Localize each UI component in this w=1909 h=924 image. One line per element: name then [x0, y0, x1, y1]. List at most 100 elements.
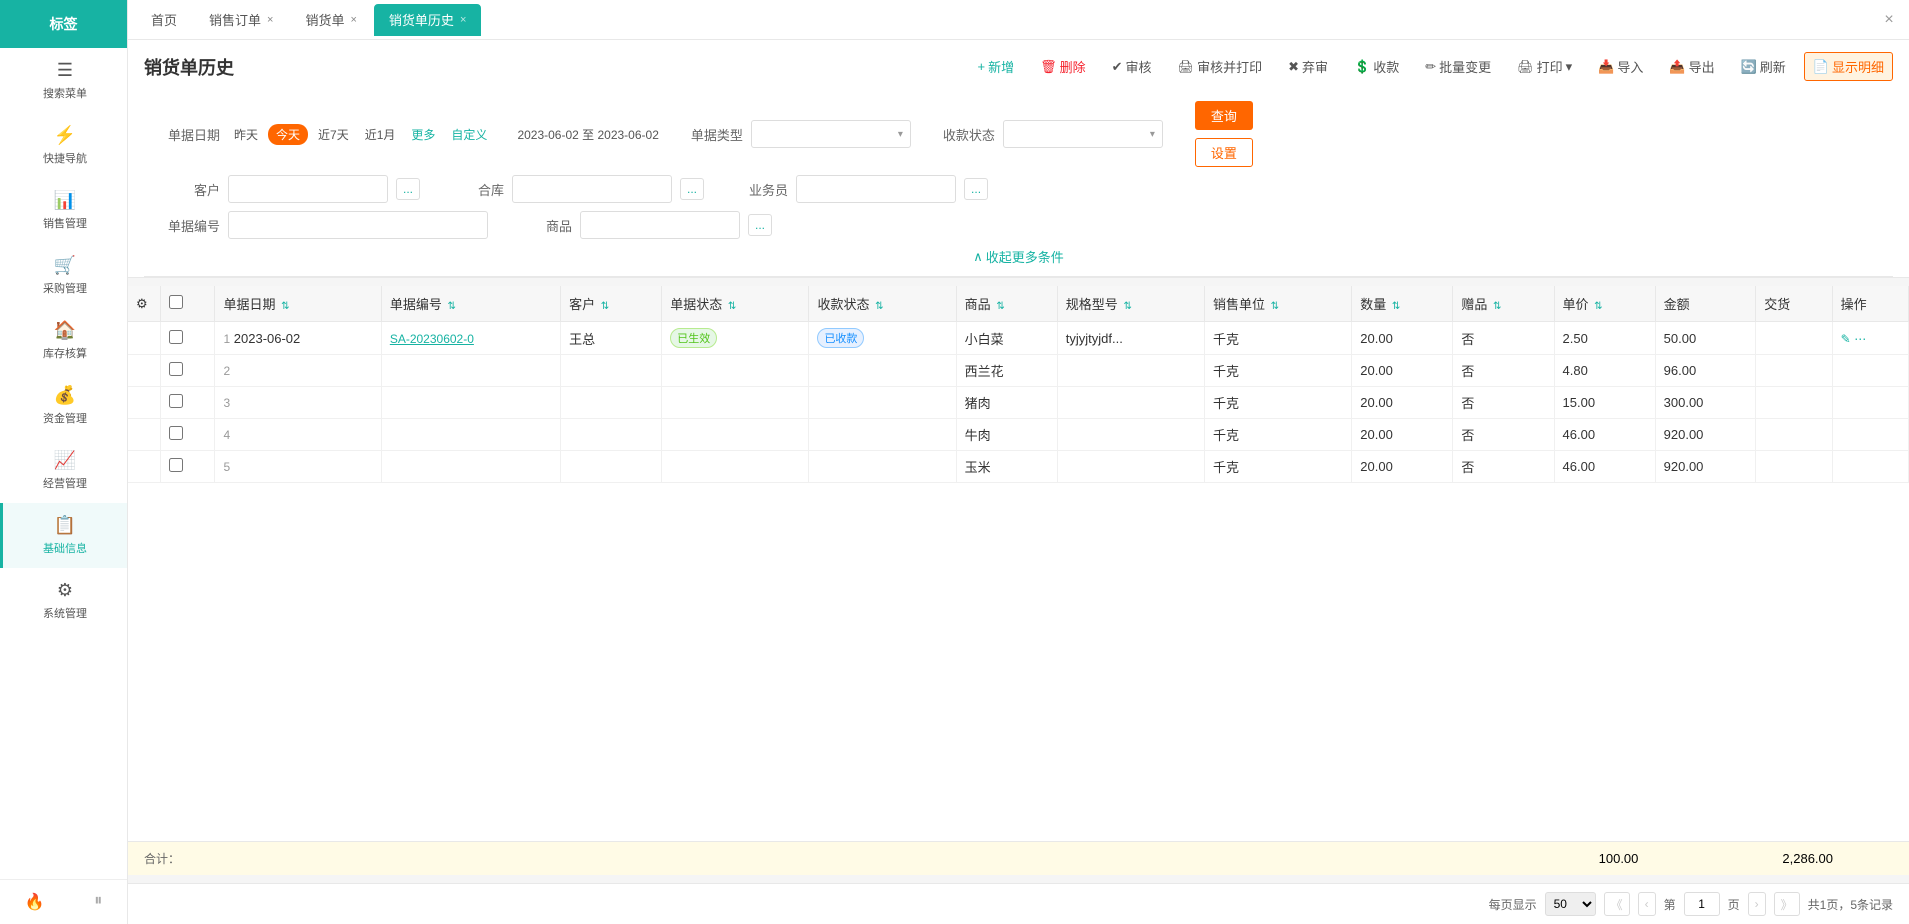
doc-no-input[interactable]: [228, 211, 488, 239]
goods-sort-icon[interactable]: ⇅: [996, 301, 1004, 312]
last-page-button[interactable]: 》: [1774, 892, 1800, 916]
query-button[interactable]: 查询: [1195, 101, 1253, 130]
footer-label: 合计：: [144, 850, 180, 867]
salesperson-input[interactable]: [796, 175, 956, 203]
collect-status-badge: 已收款: [817, 328, 864, 348]
shortcut-more[interactable]: 更多: [405, 124, 441, 145]
batch-change-icon: ✏: [1425, 59, 1436, 75]
row-select-checkbox[interactable]: [169, 426, 183, 440]
prev-page-button[interactable]: ‹: [1638, 892, 1656, 916]
doc-no-link[interactable]: SA-20230602-0: [390, 332, 474, 346]
tab-home[interactable]: 首页: [136, 4, 192, 36]
audit-button[interactable]: ✔ 审核: [1104, 53, 1160, 80]
sidebar-item-basic-info[interactable]: 📋 基础信息: [0, 503, 127, 568]
shortcut-custom[interactable]: 自定义: [445, 124, 493, 145]
warehouse-ellipsis-button[interactable]: ...: [680, 178, 704, 200]
doc-date-sort-icon[interactable]: ⇅: [281, 301, 289, 312]
sales-unit-sort-icon[interactable]: ⇅: [1271, 301, 1279, 312]
print-button[interactable]: 🖨 打印 ▾: [1509, 53, 1580, 80]
row-spec-type: [1057, 355, 1204, 387]
tab-bar: 首页 销售订单 × 销货单 × 销货单历史 × ×: [128, 0, 1909, 40]
column-goods: 商品 ⇅: [956, 286, 1057, 322]
sidebar-item-quick-nav[interactable]: ⚡ 快捷导航: [0, 113, 127, 178]
table-row: 5 玉米 千克 20.00 否 46.00 920.00: [128, 451, 1909, 483]
row-transaction: [1756, 419, 1832, 451]
refresh-button[interactable]: 🔄 刷新: [1733, 53, 1794, 80]
gift-sort-icon[interactable]: ⇅: [1493, 301, 1501, 312]
export-button[interactable]: 📤 导出: [1661, 53, 1722, 80]
filter-collect-status: 收款状态 ▾: [935, 120, 1163, 148]
first-page-button[interactable]: 《: [1604, 892, 1630, 916]
shortcut-yesterday[interactable]: 昨天: [228, 124, 264, 145]
show-detail-button[interactable]: 📄 显示明细: [1804, 52, 1893, 81]
row-select-checkbox[interactable]: [169, 330, 183, 344]
import-button[interactable]: 📥 导入: [1590, 53, 1651, 80]
spec-type-sort-icon[interactable]: ⇅: [1123, 301, 1131, 312]
page-title-row: 销货单历史 + 新增 🗑 删除 ✔ 审核 🖨: [144, 52, 1893, 81]
column-doc-status: 单据状态 ⇅: [662, 286, 809, 322]
collect-status-sort-icon[interactable]: ⇅: [875, 301, 883, 312]
column-gear[interactable]: ⚙: [128, 286, 160, 322]
row-select-checkbox[interactable]: [169, 394, 183, 408]
column-unit-price: 单价 ⇅: [1554, 286, 1655, 322]
fire-icon[interactable]: 🔥: [21, 888, 49, 916]
tab-sales-order[interactable]: 销售订单 ×: [194, 4, 288, 36]
collect-button[interactable]: 💲 收款: [1346, 53, 1407, 80]
audit-print-button[interactable]: 🖨 审核并打印: [1170, 53, 1271, 80]
customer-sort-icon[interactable]: ⇅: [601, 301, 609, 312]
sidebar-item-search-menu[interactable]: ☰ 搜索菜单: [0, 48, 127, 113]
customer-input[interactable]: [228, 175, 388, 203]
sidebar-item-ops-mgmt[interactable]: 📈 经营管理: [0, 438, 127, 503]
customer-ellipsis-button[interactable]: ...: [396, 178, 420, 200]
tab-sales-goods-close[interactable]: ×: [350, 14, 356, 26]
tab-sales-order-close[interactable]: ×: [267, 14, 273, 26]
page-title: 销货单历史: [144, 54, 234, 80]
table-body: 1 2023-06-02 SA-20230602-0 王总 已生效 已收款 小白…: [128, 322, 1909, 483]
collect-status-select[interactable]: [1003, 120, 1163, 148]
next-page-button[interactable]: ›: [1748, 892, 1766, 916]
row-select-checkbox[interactable]: [169, 458, 183, 472]
doc-no-sort-icon[interactable]: ⇅: [447, 301, 455, 312]
select-all-checkbox[interactable]: [169, 295, 183, 309]
more-action[interactable]: ⋯: [1854, 332, 1866, 346]
sidebar-item-sys-mgmt[interactable]: ⚙ 系统管理: [0, 568, 127, 633]
doc-type-select[interactable]: [751, 120, 911, 148]
batch-change-button[interactable]: ✏ 批量变更: [1417, 53, 1499, 80]
new-button[interactable]: + 新增: [969, 53, 1022, 80]
edit-action[interactable]: ✎: [1841, 332, 1851, 346]
tab-sales-goods[interactable]: 销货单 ×: [290, 4, 371, 36]
goods-ellipsis-button[interactable]: ...: [748, 214, 772, 236]
delete-button[interactable]: 🗑 删除: [1032, 53, 1094, 80]
audit-icon: ✔: [1112, 59, 1123, 75]
tab-sales-history-close[interactable]: ×: [460, 14, 466, 26]
sidebar-item-inventory-calc[interactable]: 🏠 库存核算: [0, 308, 127, 373]
tab-sales-history[interactable]: 销货单历史 ×: [374, 4, 481, 36]
sidebar-item-sales-mgmt[interactable]: 📊 销售管理: [0, 178, 127, 243]
abandon-button[interactable]: ✖ 弃审: [1280, 53, 1336, 80]
per-page-select[interactable]: 50 100 200: [1545, 892, 1596, 916]
pause-icon[interactable]: ⏸: [90, 888, 106, 916]
tab-bar-close[interactable]: ×: [1877, 8, 1901, 32]
setting-button[interactable]: 设置: [1195, 138, 1253, 167]
row-select-checkbox[interactable]: [169, 362, 183, 376]
shortcut-1month[interactable]: 近1月: [359, 124, 402, 145]
sidebar-item-purchase-mgmt[interactable]: 🛒 采购管理: [0, 243, 127, 308]
row-amount: 96.00: [1655, 355, 1756, 387]
row-collect-status: [809, 387, 956, 419]
doc-status-sort-icon[interactable]: ⇅: [728, 301, 736, 312]
sidebar-item-finance-mgmt[interactable]: 💰 资金管理: [0, 373, 127, 438]
collect-label: 收款: [1373, 57, 1399, 76]
total-amount-value: 2,286.00: [1782, 851, 1833, 866]
total-info: 共1页，5条记录: [1808, 896, 1893, 913]
shortcut-today[interactable]: 今天: [268, 124, 308, 145]
collapse-button[interactable]: ∧ 收起更多条件: [973, 247, 1064, 266]
warehouse-input[interactable]: [512, 175, 672, 203]
goods-input[interactable]: [580, 211, 740, 239]
salesperson-ellipsis-button[interactable]: ...: [964, 178, 988, 200]
quantity-sort-icon[interactable]: ⇅: [1392, 301, 1400, 312]
salesperson-label: 业务员: [728, 180, 788, 199]
page-number-input[interactable]: [1684, 892, 1720, 916]
warehouse-label: 合库: [444, 180, 504, 199]
shortcut-7days[interactable]: 近7天: [312, 124, 355, 145]
unit-price-sort-icon[interactable]: ⇅: [1594, 301, 1602, 312]
